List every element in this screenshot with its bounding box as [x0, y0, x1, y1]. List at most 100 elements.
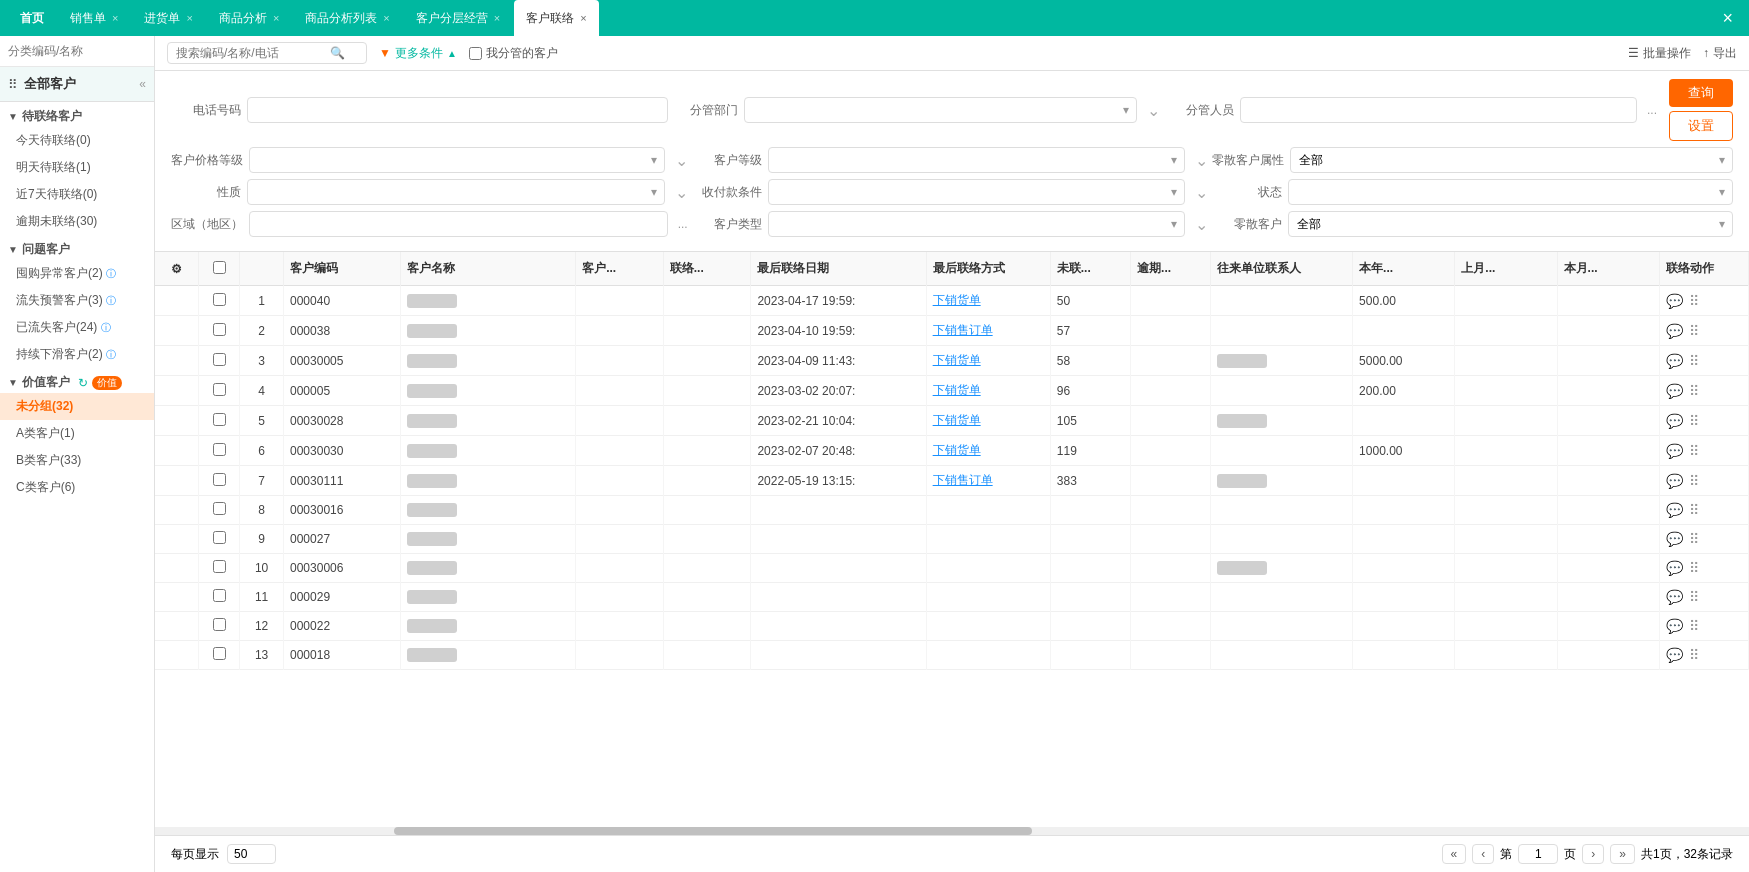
last-way-link[interactable]: 下销货单: [933, 413, 981, 427]
row-checkbox[interactable]: [213, 647, 226, 660]
cell-check[interactable]: [199, 436, 240, 466]
sidebar-item-class-c[interactable]: C类客户(6): [0, 474, 154, 501]
search-input[interactable]: [176, 46, 326, 60]
close-icon[interactable]: ×: [186, 12, 192, 24]
region-dots-icon[interactable]: ...: [674, 217, 692, 231]
grid-action-icon[interactable]: ⠿: [1689, 323, 1699, 339]
next-page-button[interactable]: ›: [1582, 844, 1604, 864]
sidebar-item-today-pending[interactable]: 今天待联络(0): [0, 127, 154, 154]
col-this-month[interactable]: 本月...: [1557, 252, 1659, 286]
grid-action-icon[interactable]: ⠿: [1689, 589, 1699, 605]
collapse-icon[interactable]: «: [139, 77, 146, 91]
row-checkbox[interactable]: [213, 383, 226, 396]
close-icon[interactable]: ×: [273, 12, 279, 24]
retail-attr-select[interactable]: 全部: [1290, 147, 1733, 173]
refresh-icon[interactable]: ↻: [78, 376, 88, 390]
gender-select[interactable]: [247, 179, 665, 205]
col-last-month[interactable]: 上月...: [1455, 252, 1557, 286]
row-checkbox[interactable]: [213, 560, 226, 573]
grid-action-icon[interactable]: ⠿: [1689, 383, 1699, 399]
customer-type-select[interactable]: [768, 211, 1186, 237]
col-this-year[interactable]: 本年...: [1353, 252, 1455, 286]
col-not-linked-days[interactable]: 未联...: [1050, 252, 1130, 286]
message-icon[interactable]: 💬: [1666, 618, 1683, 634]
tab-customer-tier[interactable]: 客户分层经营 ×: [404, 0, 512, 36]
prev-page-button[interactable]: ‹: [1472, 844, 1494, 864]
sidebar-all-customers[interactable]: ⠿ 全部客户 «: [0, 67, 154, 102]
row-checkbox[interactable]: [213, 413, 226, 426]
my-customers-check[interactable]: [469, 47, 482, 60]
col-unit-contacts[interactable]: 往来单位联系人: [1211, 252, 1353, 286]
row-checkbox[interactable]: [213, 589, 226, 602]
grid-action-icon[interactable]: ⠿: [1689, 618, 1699, 634]
subsection-value-customers[interactable]: ▼ 价值客户 ↻ 价值: [0, 368, 154, 393]
category-search-input[interactable]: [8, 44, 155, 58]
cell-check[interactable]: [199, 554, 240, 583]
last-way-link[interactable]: 下销货单: [933, 353, 981, 367]
grid-action-icon[interactable]: ⠿: [1689, 647, 1699, 663]
tab-customer-contact[interactable]: 客户联络 ×: [514, 0, 598, 36]
message-icon[interactable]: 💬: [1666, 502, 1683, 518]
subsection-problem-customers[interactable]: ▼ 问题客户: [0, 235, 154, 260]
grid-action-icon[interactable]: ⠿: [1689, 473, 1699, 489]
batch-ops-button[interactable]: ☰ 批量操作: [1628, 45, 1691, 62]
sidebar-item-churn-warning[interactable]: 流失预警客户(3) ⓘ: [0, 287, 154, 314]
message-icon[interactable]: 💬: [1666, 323, 1683, 339]
message-icon[interactable]: 💬: [1666, 383, 1683, 399]
sidebar-item-abnormal-hoard[interactable]: 囤购异常客户(2) ⓘ: [0, 260, 154, 287]
grid-action-icon[interactable]: ⠿: [1689, 353, 1699, 369]
close-icon[interactable]: ×: [494, 12, 500, 24]
cell-check[interactable]: [199, 346, 240, 376]
message-icon[interactable]: 💬: [1666, 293, 1683, 309]
phone-input[interactable]: [247, 97, 668, 123]
more-conditions-button[interactable]: ▼ 更多条件 ▲: [379, 45, 457, 62]
grid-action-icon[interactable]: ⠿: [1689, 413, 1699, 429]
cell-check[interactable]: [199, 316, 240, 346]
dots-icon[interactable]: ...: [1643, 103, 1661, 117]
col-last-contact-date[interactable]: 最后联络日期: [751, 252, 926, 286]
message-icon[interactable]: 💬: [1666, 531, 1683, 547]
close-icon[interactable]: ×: [112, 12, 118, 24]
sidebar-item-declining[interactable]: 持续下滑客户(2) ⓘ: [0, 341, 154, 368]
grid-action-icon[interactable]: ⠿: [1689, 502, 1699, 518]
row-checkbox[interactable]: [213, 502, 226, 515]
cell-check[interactable]: [199, 583, 240, 612]
tab-product-analysis[interactable]: 商品分析 ×: [207, 0, 291, 36]
export-button[interactable]: ↑ 导出: [1703, 45, 1737, 62]
first-page-button[interactable]: «: [1442, 844, 1467, 864]
cell-check[interactable]: [199, 286, 240, 316]
subsection-pending-contact[interactable]: ▼ 待联络客户: [0, 102, 154, 127]
last-way-link[interactable]: 下销售订单: [933, 323, 993, 337]
grid-action-icon[interactable]: ⠿: [1689, 293, 1699, 309]
scrollbar-thumb[interactable]: [394, 827, 1032, 835]
sidebar-item-overdue-uncontacted[interactable]: 逾期未联络(30): [0, 208, 154, 235]
page-size-select[interactable]: 50 100: [227, 844, 276, 864]
row-checkbox[interactable]: [213, 473, 226, 486]
cell-check[interactable]: [199, 612, 240, 641]
message-icon[interactable]: 💬: [1666, 413, 1683, 429]
cell-check[interactable]: [199, 406, 240, 436]
grid-action-icon[interactable]: ⠿: [1689, 443, 1699, 459]
cell-check[interactable]: [199, 525, 240, 554]
tab-home[interactable]: 首页: [8, 0, 56, 36]
message-icon[interactable]: 💬: [1666, 473, 1683, 489]
last-way-link[interactable]: 下销售订单: [933, 473, 993, 487]
message-icon[interactable]: 💬: [1666, 589, 1683, 605]
customer-level-select[interactable]: [768, 147, 1186, 173]
row-checkbox[interactable]: [213, 618, 226, 631]
person-input[interactable]: [1240, 97, 1637, 123]
message-icon[interactable]: 💬: [1666, 443, 1683, 459]
check-all-checkbox[interactable]: [213, 261, 226, 274]
row-checkbox[interactable]: [213, 293, 226, 306]
query-button[interactable]: 查询: [1669, 79, 1733, 107]
price-level-select[interactable]: [249, 147, 665, 173]
col-customer-code[interactable]: 客户编码: [284, 252, 401, 286]
sidebar-item-class-a[interactable]: A类客户(1): [0, 420, 154, 447]
last-way-link[interactable]: 下销货单: [933, 383, 981, 397]
row-checkbox[interactable]: [213, 353, 226, 366]
cell-check[interactable]: [199, 496, 240, 525]
sidebar-item-churned[interactable]: 已流失客户(24) ⓘ: [0, 314, 154, 341]
col-last-contact-way[interactable]: 最后联络方式: [926, 252, 1050, 286]
tab-sales[interactable]: 销售单 ×: [58, 0, 130, 36]
payment-select[interactable]: [768, 179, 1186, 205]
